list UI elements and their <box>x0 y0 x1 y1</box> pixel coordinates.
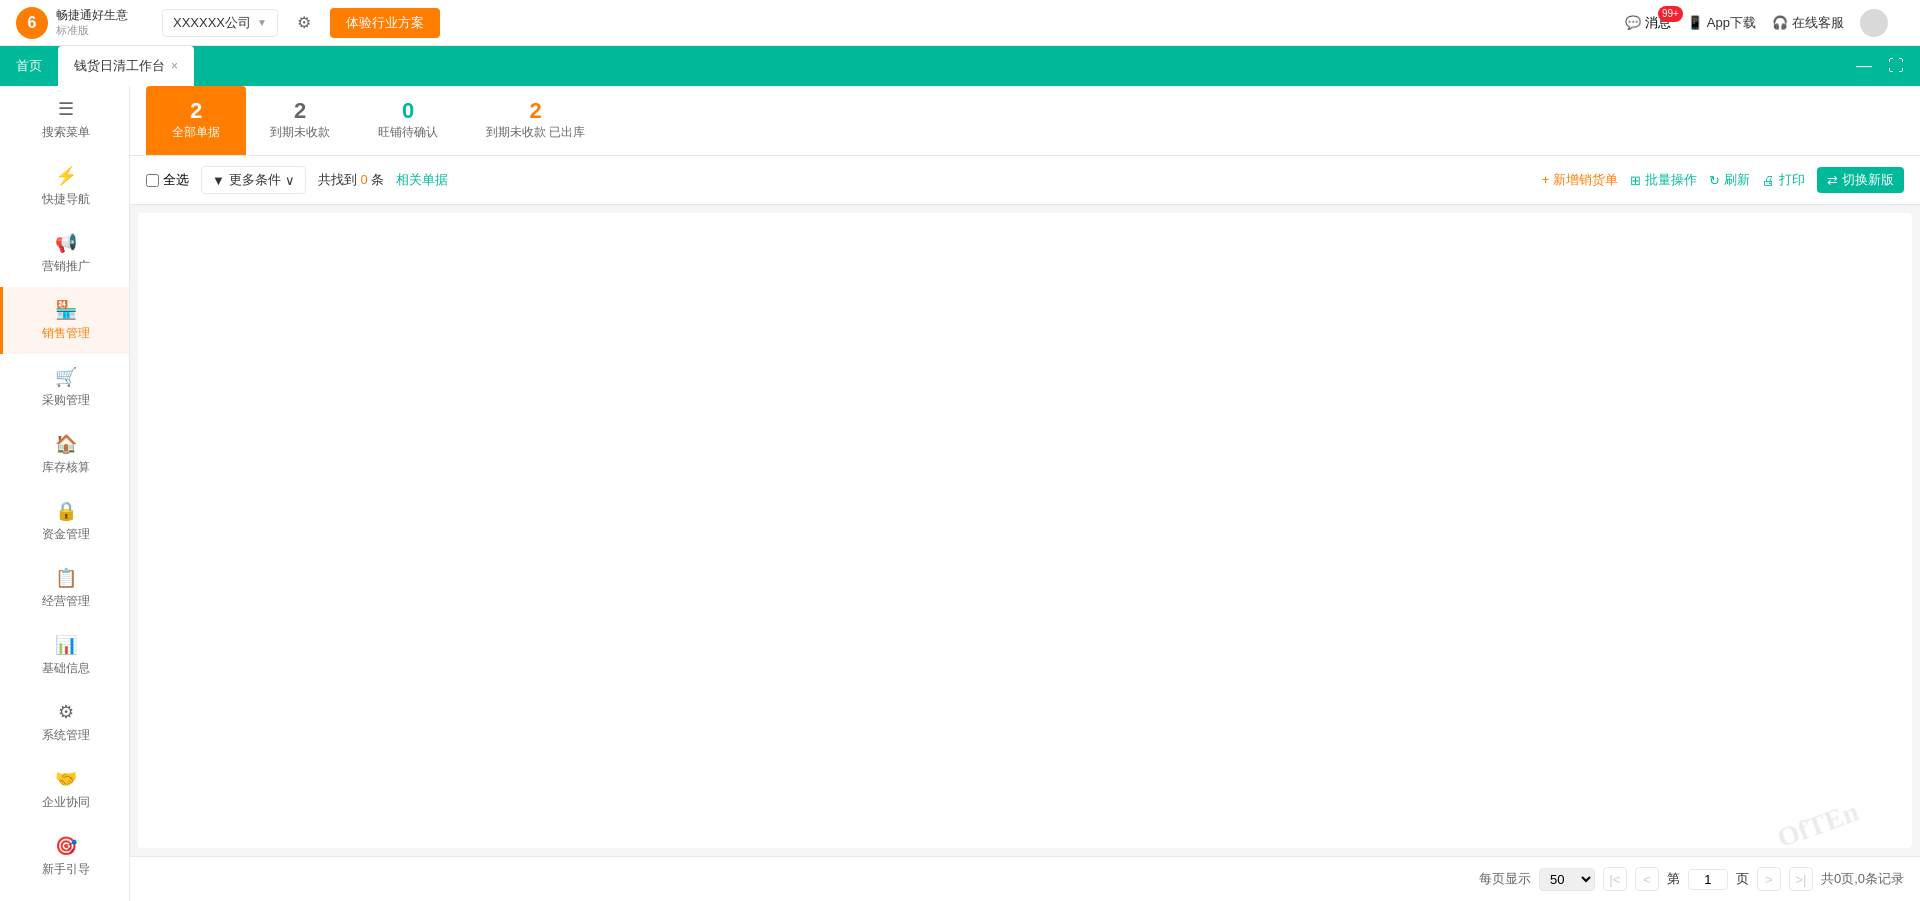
marketing-icon: 📢 <box>55 232 77 254</box>
sidebar-item-purchase[interactable]: 🛒 采购管理 <box>0 354 129 421</box>
sidebar: ☰ 搜索菜单 ⚡ 快捷导航 📢 营销推广 🏪 销售管理 🛒 采购管理 🏠 库存核… <box>0 86 130 901</box>
filter-icon: ▼ <box>212 173 225 188</box>
sidebar-item-appcenter[interactable]: 📦 应用中心 <box>0 890 129 901</box>
service-icon: 🎧 <box>1772 15 1788 30</box>
summary-tab-overdue[interactable]: 2 到期未收款 <box>246 86 354 155</box>
content-area: 2 全部单据 2 到期未收款 0 旺铺待确认 2 到期未收款 已出库 全选 <box>130 86 1920 901</box>
toolbar: 全选 ▼ 更多条件 ∨ 共找到 0 条 相关单据 + 新增销货单 ⊞ 批 <box>130 156 1920 205</box>
page-label-suffix: 页 <box>1736 870 1749 888</box>
collaboration-icon: 🤝 <box>55 768 77 790</box>
trial-button[interactable]: 体验行业方案 <box>330 8 440 38</box>
refresh-icon: ↻ <box>1709 173 1720 188</box>
batch-icon: ⊞ <box>1630 173 1641 188</box>
online-service-button[interactable]: 🎧 在线客服 <box>1772 14 1844 32</box>
sidebar-item-sales[interactable]: 🏪 销售管理 <box>0 287 129 354</box>
found-text: 共找到 0 条 <box>318 171 384 189</box>
chevron-down-icon: ▼ <box>257 17 267 28</box>
message-button[interactable]: 💬 消息 99+ <box>1625 14 1671 32</box>
guide-icon: 🎯 <box>55 835 77 857</box>
finance-icon: 🔒 <box>55 500 77 522</box>
summary-tab-shipped[interactable]: 2 到期未收款 已出库 <box>462 86 609 155</box>
filter-button[interactable]: ▼ 更多条件 ∨ <box>201 166 306 194</box>
filter-chevron-icon: ∨ <box>285 173 295 188</box>
settings-button[interactable]: ⚙ <box>290 9 318 37</box>
tab-close-icon[interactable]: × <box>171 59 178 73</box>
tab-minimize-icon[interactable]: — <box>1852 54 1876 78</box>
page-input[interactable] <box>1688 869 1728 890</box>
pagination: 每页显示 50 100 200 |< < 第 页 > >| 共0页,0条记录 <box>130 856 1920 901</box>
download-icon: 📱 <box>1687 15 1703 30</box>
batch-button[interactable]: ⊞ 批量操作 <box>1630 171 1697 189</box>
table-area <box>138 213 1912 848</box>
logo-icon: 6 <box>16 7 48 39</box>
sidebar-item-collaboration[interactable]: 🤝 企业协同 <box>0 756 129 823</box>
summary-tab-all[interactable]: 2 全部单据 <box>146 86 246 155</box>
header-center: XXXXXX公司 ▼ ⚙ 体验行业方案 <box>146 8 1625 38</box>
print-button[interactable]: 🖨 打印 <box>1762 171 1805 189</box>
sales-icon: 🏪 <box>55 299 77 321</box>
found-count: 0 <box>361 172 368 187</box>
message-badge: 消息 99+ <box>1645 14 1671 32</box>
sidebar-item-base[interactable]: 📊 基础信息 <box>0 622 129 689</box>
switch-icon: ⇄ <box>1827 173 1838 188</box>
toolbar-left: 全选 ▼ 更多条件 ∨ 共找到 0 条 相关单据 <box>146 166 1530 194</box>
logo-text: 畅捷通好生意 标准版 <box>56 8 128 38</box>
search-menu-icon: ☰ <box>58 98 74 120</box>
quicknav-icon: ⚡ <box>55 165 77 187</box>
company-name: XXXXXX公司 <box>173 14 251 32</box>
new-sale-button[interactable]: + 新增销货单 <box>1542 171 1618 189</box>
app-download-button[interactable]: 📱 App下载 <box>1687 14 1756 32</box>
sidebar-item-system[interactable]: ⚙ 系统管理 <box>0 689 129 756</box>
message-count: 99+ <box>1658 6 1683 22</box>
summary-tab-wangpu[interactable]: 0 旺铺待确认 <box>354 86 462 155</box>
header-right: 💬 消息 99+ 📱 App下载 🎧 在线客服 <box>1625 9 1904 37</box>
operations-icon: 📋 <box>55 567 77 589</box>
avatar[interactable] <box>1860 9 1888 37</box>
base-icon: 📊 <box>55 634 77 656</box>
select-all-input[interactable] <box>146 174 159 187</box>
sidebar-item-operations[interactable]: 📋 经营管理 <box>0 555 129 622</box>
sidebar-item-marketing[interactable]: 📢 营销推广 <box>0 220 129 287</box>
tab-right-buttons: — ⛶ <box>1852 54 1920 78</box>
related-link[interactable]: 相关单据 <box>396 171 448 189</box>
summary-tabs: 2 全部单据 2 到期未收款 0 旺铺待确认 2 到期未收款 已出库 <box>130 86 1920 156</box>
page-prev-button[interactable]: < <box>1635 867 1659 891</box>
page-label-prefix: 第 <box>1667 870 1680 888</box>
tab-maximize-icon[interactable]: ⛶ <box>1884 54 1908 78</box>
system-icon: ⚙ <box>58 701 74 723</box>
page-size-label: 每页显示 <box>1479 870 1531 888</box>
sidebar-item-search[interactable]: ☰ 搜索菜单 <box>0 86 129 153</box>
tab-bar: 首页 钱货日清工作台 × — ⛶ <box>0 46 1920 86</box>
print-icon: 🖨 <box>1762 173 1775 188</box>
inventory-icon: 🏠 <box>55 433 77 455</box>
page-size-select[interactable]: 50 100 200 <box>1539 868 1595 891</box>
sidebar-item-finance[interactable]: 🔒 资金管理 <box>0 488 129 555</box>
toolbar-right: + 新增销货单 ⊞ 批量操作 ↻ 刷新 🖨 打印 ⇄ 切换新版 <box>1542 167 1904 193</box>
sidebar-item-inventory[interactable]: 🏠 库存核算 <box>0 421 129 488</box>
select-all-checkbox[interactable]: 全选 <box>146 171 189 189</box>
tab-home[interactable]: 首页 <box>0 46 58 86</box>
page-total: 共0页,0条记录 <box>1821 870 1904 888</box>
main-layout: ☰ 搜索菜单 ⚡ 快捷导航 📢 营销推广 🏪 销售管理 🛒 采购管理 🏠 库存核… <box>0 86 1920 901</box>
purchase-icon: 🛒 <box>55 366 77 388</box>
message-icon: 💬 <box>1625 15 1641 30</box>
page-next-button[interactable]: > <box>1757 867 1781 891</box>
tab-active[interactable]: 钱货日清工作台 × <box>58 46 194 86</box>
logo-area: 6 畅捷通好生意 标准版 <box>16 7 146 39</box>
sidebar-item-quicknav[interactable]: ⚡ 快捷导航 <box>0 153 129 220</box>
refresh-button[interactable]: ↻ 刷新 <box>1709 171 1750 189</box>
top-header: 6 畅捷通好生意 标准版 XXXXXX公司 ▼ ⚙ 体验行业方案 💬 消息 99… <box>0 0 1920 46</box>
switch-version-button[interactable]: ⇄ 切换新版 <box>1817 167 1904 193</box>
sidebar-item-guide[interactable]: 🎯 新手引导 <box>0 823 129 890</box>
page-first-button[interactable]: |< <box>1603 867 1627 891</box>
page-last-button[interactable]: >| <box>1789 867 1813 891</box>
company-selector[interactable]: XXXXXX公司 ▼ <box>162 9 278 37</box>
